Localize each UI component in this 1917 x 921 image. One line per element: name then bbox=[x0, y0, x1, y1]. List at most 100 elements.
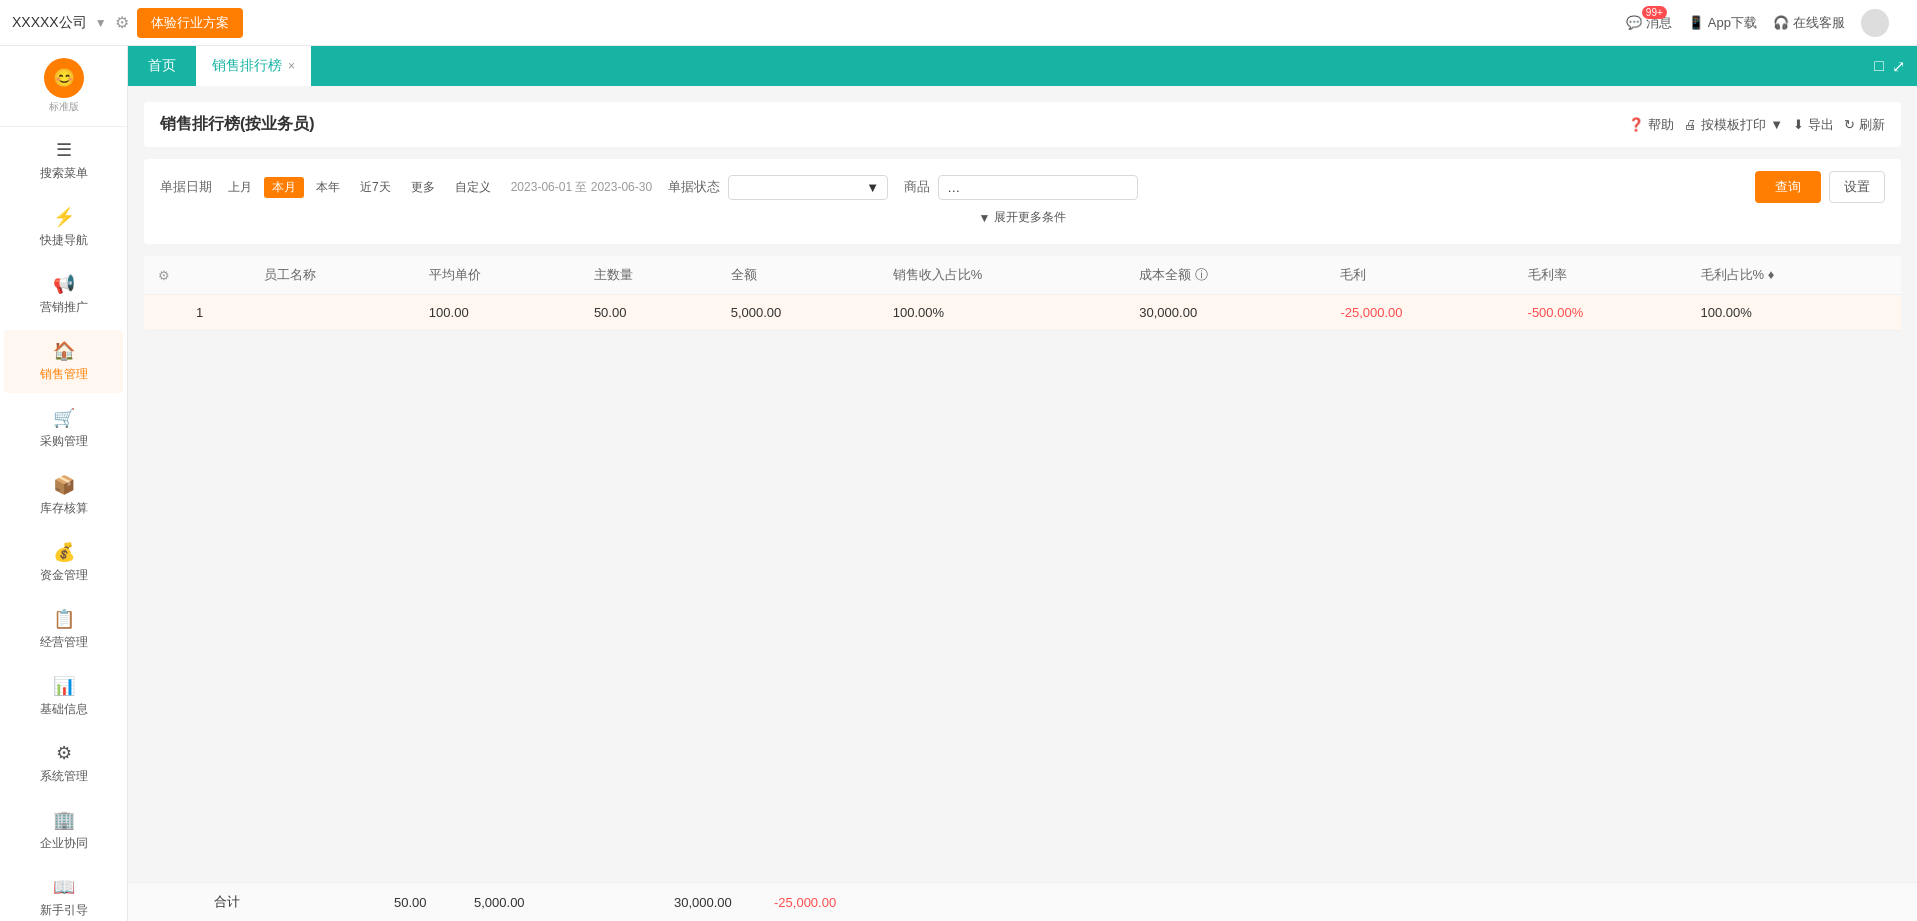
expand-more-filters[interactable]: ▼ 展开更多条件 bbox=[160, 203, 1885, 232]
print-dropdown-icon: ▼ bbox=[1770, 117, 1783, 132]
table-section: ⚙ 员工名称 平均单价 主数量 全额 销售收入占比% 成本全额 ⓘ 毛利 bbox=[144, 256, 1901, 331]
query-button[interactable]: 查询 bbox=[1755, 171, 1821, 203]
table-header-avg-price: 平均单价 bbox=[417, 256, 582, 295]
quick-nav-icon: ⚡ bbox=[53, 206, 75, 228]
date-pills: 上月 本月 本年 近7天 更多 自定义 bbox=[220, 177, 499, 198]
tab-minimize-icon[interactable]: □ bbox=[1874, 57, 1884, 75]
filter-row: 单据日期 上月 本月 本年 近7天 更多 自定义 2023-06-01 至 20… bbox=[160, 171, 1885, 203]
logo-emoji: 😊 bbox=[53, 67, 75, 89]
date-pill-custom[interactable]: 自定义 bbox=[447, 177, 499, 198]
table-header-gross-profit: 毛利 bbox=[1328, 256, 1515, 295]
sidebar-logo: 😊 标准版 bbox=[0, 46, 127, 127]
mobile-icon: 📱 bbox=[1688, 15, 1704, 30]
app-download-button[interactable]: 📱 App下载 bbox=[1688, 14, 1757, 32]
row-gross-rate: -500.00% bbox=[1516, 295, 1689, 331]
print-icon: 🖨 bbox=[1684, 117, 1697, 132]
basic-info-icon: 📊 bbox=[53, 675, 75, 697]
date-filter: 单据日期 上月 本月 本年 近7天 更多 自定义 2023-06-01 至 20… bbox=[160, 177, 652, 198]
headset-icon: 🎧 bbox=[1773, 15, 1789, 30]
topbar-right: 💬 消息 99+ 📱 App下载 🎧 在线客服 bbox=[1626, 9, 1905, 37]
row-gross-ratio: 100.00% bbox=[1689, 295, 1901, 331]
tab-sales-rank[interactable]: 销售排行榜 × bbox=[196, 46, 311, 86]
table-header-cost: 成本全额 ⓘ bbox=[1127, 256, 1328, 295]
enterprise-icon: 🏢 bbox=[53, 809, 75, 831]
logo-subtitle: 标准版 bbox=[49, 100, 79, 114]
print-label: 按模板打印 bbox=[1701, 116, 1766, 134]
sales-icon: 🏠 bbox=[53, 340, 75, 362]
sidebar-item-sales[interactable]: 🏠 销售管理 bbox=[4, 330, 123, 393]
help-icon: ❓ bbox=[1628, 117, 1644, 132]
print-button[interactable]: 🖨 按模板打印 ▼ bbox=[1684, 116, 1783, 134]
date-pill-7days[interactable]: 近7天 bbox=[352, 177, 399, 198]
table-header-sales-ratio: 销售收入占比% bbox=[881, 256, 1128, 295]
tab-expand-icon[interactable]: ⤢ bbox=[1892, 57, 1905, 76]
sidebar-item-inventory[interactable]: 📦 库存核算 bbox=[4, 464, 123, 527]
goods-input[interactable]: … bbox=[938, 175, 1138, 200]
sidebar-item-label: 企业协同 bbox=[40, 835, 88, 852]
table-header-quantity: 主数量 bbox=[582, 256, 719, 295]
logo-icon: 😊 bbox=[44, 58, 84, 98]
status-select-arrow: ▼ bbox=[866, 180, 879, 195]
message-button[interactable]: 💬 消息 99+ bbox=[1626, 14, 1672, 32]
date-filter-label: 单据日期 bbox=[160, 178, 212, 196]
table-header-row: ⚙ 员工名称 平均单价 主数量 全额 销售收入占比% 成本全额 ⓘ 毛利 bbox=[144, 256, 1901, 295]
refresh-label: 刷新 bbox=[1859, 116, 1885, 134]
operation-icon: 📋 bbox=[53, 608, 75, 630]
export-button[interactable]: ⬇ 导出 bbox=[1793, 116, 1834, 134]
date-pill-this-month[interactable]: 本月 bbox=[264, 177, 304, 198]
page-actions: ❓ 帮助 🖨 按模板打印 ▼ ⬇ 导出 ↻ bbox=[1628, 116, 1885, 134]
row-sales-ratio: 100.00% bbox=[881, 295, 1128, 331]
table-header-settings[interactable]: ⚙ bbox=[144, 256, 184, 295]
sidebar-item-label: 搜索菜单 bbox=[40, 165, 88, 182]
table-header-employee: 员工名称 bbox=[252, 256, 417, 295]
footer-quantity: 50.00 bbox=[394, 895, 474, 910]
table-header-amount: 全额 bbox=[719, 256, 881, 295]
date-pill-more[interactable]: 更多 bbox=[403, 177, 443, 198]
export-label: 导出 bbox=[1808, 116, 1834, 134]
date-range: 2023-06-01 至 2023-06-30 bbox=[511, 179, 652, 196]
expand-arrow-icon: ▼ bbox=[979, 211, 991, 225]
sidebar-item-quick-nav[interactable]: ⚡ 快捷导航 bbox=[4, 196, 123, 259]
sidebar-item-search-order[interactable]: ☰ 搜索菜单 bbox=[4, 129, 123, 192]
date-pill-last-month[interactable]: 上月 bbox=[220, 177, 260, 198]
row-amount: 5,000.00 bbox=[719, 295, 881, 331]
sidebar-item-finance[interactable]: 💰 资金管理 bbox=[4, 531, 123, 594]
main-layout: 😊 标准版 ☰ 搜索菜单 ⚡ 快捷导航 📢 营销推广 🏠 销售管理 🛒 bbox=[0, 46, 1917, 921]
expand-label: 展开更多条件 bbox=[994, 209, 1066, 226]
settings-button[interactable]: 设置 bbox=[1829, 171, 1885, 203]
sidebar-item-guide[interactable]: 📖 新手引导 bbox=[4, 866, 123, 921]
row-settings bbox=[144, 295, 184, 331]
trial-button[interactable]: 体验行业方案 bbox=[137, 8, 243, 38]
sidebar-item-label: 资金管理 bbox=[40, 567, 88, 584]
sidebar-item-operation[interactable]: 📋 经营管理 bbox=[4, 598, 123, 661]
avatar[interactable] bbox=[1861, 9, 1889, 37]
tab-bar: 首页 销售排行榜 × □ ⤢ bbox=[128, 46, 1917, 86]
sidebar-item-label: 经营管理 bbox=[40, 634, 88, 651]
refresh-button[interactable]: ↻ 刷新 bbox=[1844, 116, 1885, 134]
message-badge: 99+ bbox=[1642, 6, 1667, 19]
tab-close-icon[interactable]: × bbox=[288, 59, 295, 73]
sidebar-item-marketing[interactable]: 📢 营销推广 bbox=[4, 263, 123, 326]
sidebar-item-system[interactable]: ⚙ 系统管理 bbox=[4, 732, 123, 795]
sidebar-item-purchase[interactable]: 🛒 采购管理 bbox=[4, 397, 123, 460]
sidebar-item-label: 系统管理 bbox=[40, 768, 88, 785]
refresh-icon: ↻ bbox=[1844, 117, 1855, 132]
sidebar-item-basic-info[interactable]: 📊 基础信息 bbox=[4, 665, 123, 728]
row-avg-price: 100.00 bbox=[417, 295, 582, 331]
company-dropdown-icon[interactable]: ▼ bbox=[95, 16, 107, 30]
date-pill-this-year[interactable]: 本年 bbox=[308, 177, 348, 198]
help-button[interactable]: ❓ 帮助 bbox=[1628, 116, 1674, 134]
topbar-gear-icon[interactable]: ⚙ bbox=[115, 13, 129, 32]
table-wrapper: ⚙ 员工名称 平均单价 主数量 全额 销售收入占比% 成本全额 ⓘ 毛利 bbox=[144, 256, 1901, 331]
table-header-index bbox=[184, 256, 252, 295]
status-select[interactable]: ▼ bbox=[728, 175, 888, 200]
online-service-button[interactable]: 🎧 在线客服 bbox=[1773, 14, 1845, 32]
table-header-gross-rate: 毛利率 bbox=[1516, 256, 1689, 295]
help-label: 帮助 bbox=[1648, 116, 1674, 134]
sidebar: 😊 标准版 ☰ 搜索菜单 ⚡ 快捷导航 📢 营销推广 🏠 销售管理 🛒 bbox=[0, 46, 128, 921]
footer-label: 合计 bbox=[214, 893, 314, 911]
tab-home[interactable]: 首页 bbox=[128, 46, 196, 86]
row-quantity: 50.00 bbox=[582, 295, 719, 331]
topbar: XXXXX公司 ▼ ⚙ 体验行业方案 💬 消息 99+ 📱 App下载 🎧 在线… bbox=[0, 0, 1917, 46]
sidebar-item-enterprise[interactable]: 🏢 企业协同 bbox=[4, 799, 123, 862]
